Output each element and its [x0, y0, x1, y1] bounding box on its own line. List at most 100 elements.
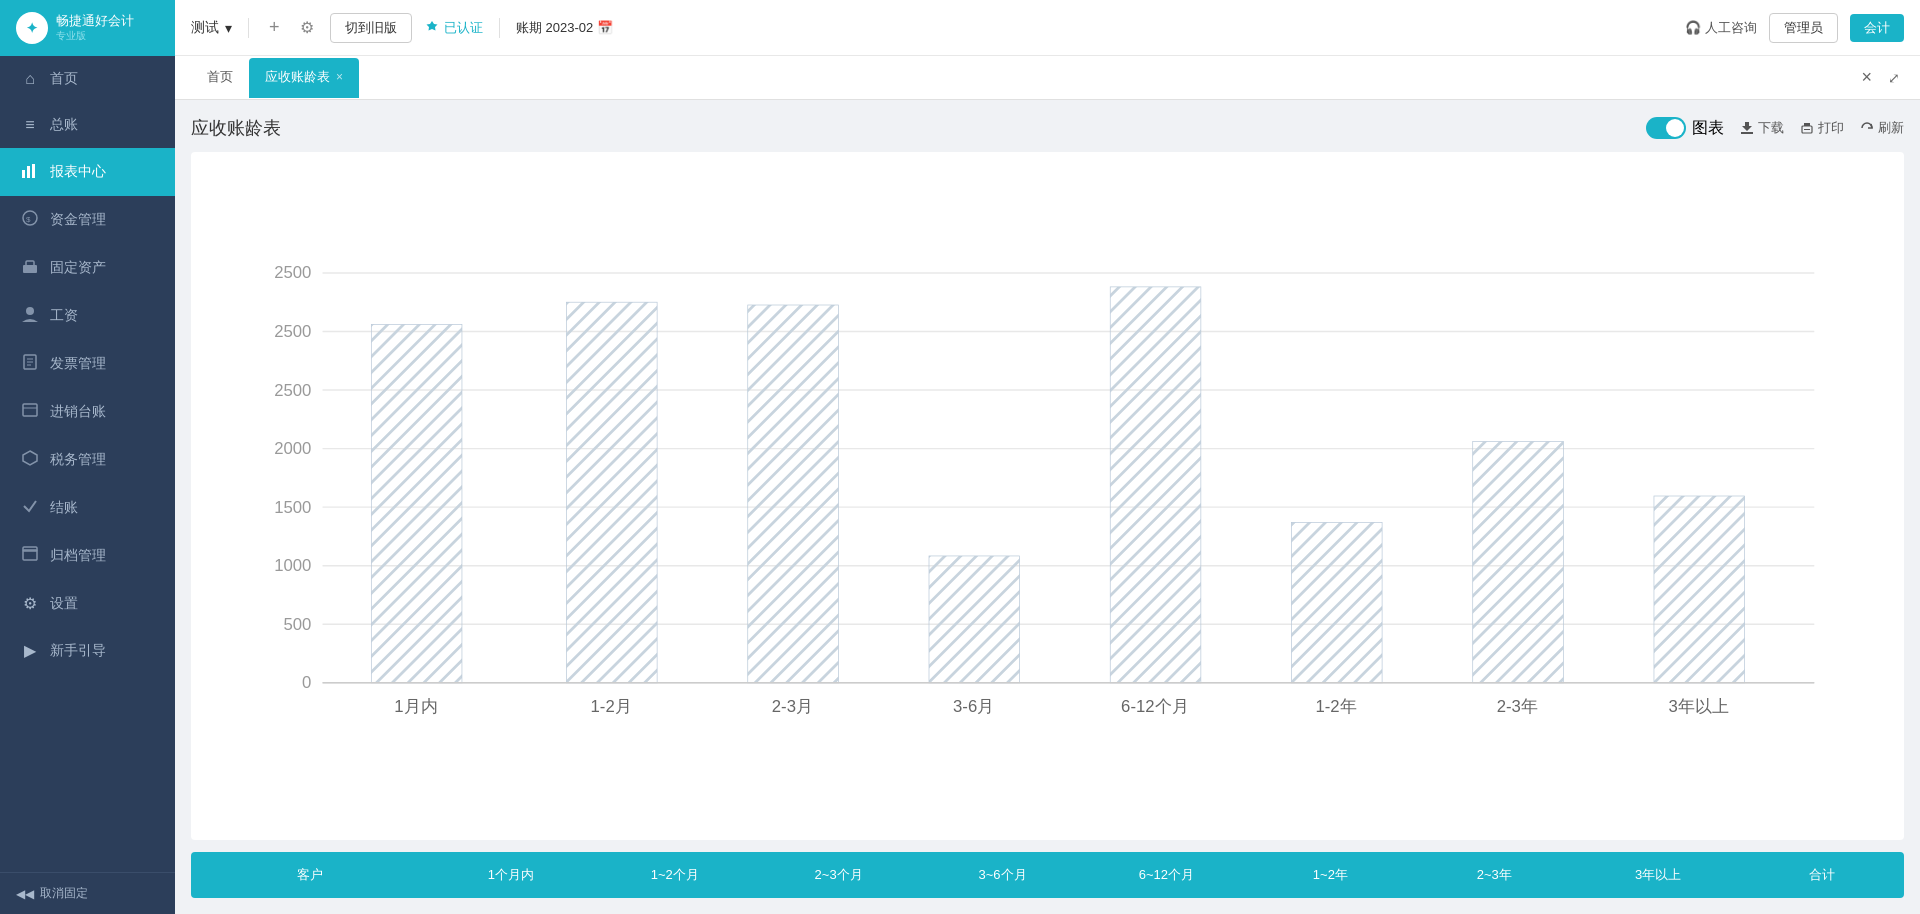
add-company-button[interactable]: +	[265, 13, 284, 42]
print-icon	[1800, 121, 1814, 135]
svg-rect-15	[23, 547, 37, 551]
toggle-track[interactable]	[1646, 117, 1686, 139]
company-name: 测试	[191, 19, 219, 37]
calendar-icon: 📅	[597, 20, 613, 35]
print-button[interactable]: 打印	[1800, 119, 1844, 137]
sidebar-item-label: 发票管理	[50, 355, 106, 373]
payroll-icon	[20, 306, 40, 326]
logo-icon: ✦	[16, 12, 48, 44]
svg-rect-12	[23, 404, 37, 416]
download-button[interactable]: 下载	[1740, 119, 1784, 137]
col-total: 合计	[1740, 852, 1904, 898]
tabs-bar-right: × ⤢	[1857, 63, 1904, 92]
svg-rect-2	[32, 164, 35, 178]
sidebar-item-label: 归档管理	[50, 547, 106, 565]
print-label: 打印	[1818, 119, 1844, 137]
sidebar-item-settings[interactable]: ⚙ 设置	[0, 580, 175, 627]
tab-ar-aging[interactable]: 应收账龄表 ×	[249, 58, 359, 98]
logo-badge: 专业版	[56, 29, 134, 43]
sidebar-item-label: 固定资产	[50, 259, 106, 277]
tab-window-close-button[interactable]: ×	[1857, 63, 1876, 92]
svg-text:2500: 2500	[274, 322, 311, 341]
col-customer: 客户	[191, 852, 429, 898]
sidebar-item-payroll[interactable]: 工资	[0, 292, 175, 340]
tab-home-label: 首页	[207, 68, 233, 86]
sidebar-nav: ⌂ 首页 ≡ 总账 报表中心 $ 资金管理 固定资产	[0, 56, 175, 872]
sidebar-item-label: 报表中心	[50, 163, 106, 181]
sidebar-item-label: 工资	[50, 307, 78, 325]
sidebar-item-guide[interactable]: ▶ 新手引导	[0, 627, 175, 674]
svg-text:2000: 2000	[274, 439, 311, 458]
svg-rect-16	[1741, 132, 1753, 134]
logo-name: 畅捷通好会计	[56, 13, 134, 30]
svg-text:6-12个月: 6-12个月	[1121, 697, 1188, 716]
invoice-icon	[20, 354, 40, 374]
tab-home[interactable]: 首页	[191, 58, 249, 98]
svg-text:2500: 2500	[274, 381, 311, 400]
sidebar-item-label: 税务管理	[50, 451, 106, 469]
svg-rect-6	[26, 261, 34, 266]
ledger-icon: ≡	[20, 116, 40, 134]
page-actions: 图表 下载 打印 刷新	[1646, 117, 1904, 139]
tax-icon	[20, 450, 40, 470]
sidebar-item-general-ledger[interactable]: ≡ 总账	[0, 102, 175, 148]
toggle-thumb	[1666, 119, 1684, 137]
tab-close-icon[interactable]: ×	[336, 70, 343, 84]
svg-text:$: $	[26, 215, 31, 224]
chart-toggle[interactable]: 图表	[1646, 117, 1724, 139]
tab-expand-button[interactable]: ⤢	[1884, 66, 1904, 90]
col-3-6month: 3~6个月	[921, 852, 1085, 898]
dropdown-icon: ▾	[225, 20, 232, 36]
sidebar-unpin-button[interactable]: ◀◀ 取消固定	[0, 872, 175, 914]
sidebar-item-archive[interactable]: 归档管理	[0, 532, 175, 580]
svg-text:0: 0	[302, 673, 311, 692]
svg-rect-18	[1804, 129, 1810, 130]
switch-version-button[interactable]: 切到旧版	[330, 13, 412, 43]
assets-icon	[20, 258, 40, 278]
period-selector[interactable]: 账期 2023-02 📅	[516, 19, 614, 37]
svg-rect-40	[1110, 287, 1201, 683]
table-header-container: 客户 1个月内 1~2个月 2~3个月 3~6个月 6~12个月 1~2年 2~…	[191, 852, 1904, 898]
role-button[interactable]: 会计	[1850, 14, 1904, 42]
certified-label: 已认证	[444, 19, 483, 37]
period-value: 2023-02	[546, 20, 594, 35]
sidebar-item-settlement[interactable]: 结账	[0, 484, 175, 532]
sidebar-item-fund[interactable]: $ 资金管理	[0, 196, 175, 244]
sidebar-item-home[interactable]: ⌂ 首页	[0, 56, 175, 102]
svg-text:3年以上: 3年以上	[1668, 697, 1728, 716]
certified-badge: 已认证	[424, 19, 483, 37]
svg-rect-36	[371, 325, 462, 683]
svg-text:2-3月: 2-3月	[772, 697, 813, 716]
service-button[interactable]: 🎧 人工咨询	[1685, 19, 1757, 37]
svg-rect-37	[567, 302, 658, 683]
svg-text:2500: 2500	[274, 264, 311, 283]
bar-chart: 2500 2500 2500 2000 1500 1000 500 0	[211, 172, 1884, 820]
sidebar: ✦ 畅捷通好会计 专业版 ⌂ 首页 ≡ 总账 报表中心 $ 资金管理	[0, 0, 175, 914]
sidebar-item-purchase-sales[interactable]: 进销台账	[0, 388, 175, 436]
col-2-3year: 2~3年	[1412, 852, 1576, 898]
sidebar-item-label: 设置	[50, 595, 78, 613]
col-1-2month: 1~2个月	[593, 852, 757, 898]
col-1-2year: 1~2年	[1248, 852, 1412, 898]
refresh-button[interactable]: 刷新	[1860, 119, 1904, 137]
sidebar-item-label: 进销台账	[50, 403, 106, 421]
settlement-icon	[20, 498, 40, 518]
sidebar-item-tax[interactable]: 税务管理	[0, 436, 175, 484]
sidebar-item-label: 新手引导	[50, 642, 106, 660]
svg-point-7	[26, 307, 34, 315]
page-content: 应收账龄表 图表 下载 打印 刷新	[175, 100, 1920, 914]
sidebar-item-report-center[interactable]: 报表中心	[0, 148, 175, 196]
table-header-row: 客户 1个月内 1~2个月 2~3个月 3~6个月 6~12个月 1~2年 2~…	[191, 852, 1904, 898]
unpin-label: 取消固定	[40, 885, 88, 902]
topbar-divider-1	[248, 18, 249, 38]
user-button[interactable]: 管理员	[1769, 13, 1838, 43]
main-area: 测试 ▾ + ⚙ 切到旧版 已认证 账期 2023-02 📅 🎧 人工咨询 管理…	[175, 0, 1920, 914]
chart-area: 2500 2500 2500 2000 1500 1000 500 0	[191, 152, 1904, 840]
service-label: 人工咨询	[1705, 19, 1757, 37]
topbar-settings-button[interactable]: ⚙	[296, 14, 318, 41]
sidebar-item-fixed-assets[interactable]: 固定资产	[0, 244, 175, 292]
page-header: 应收账龄表 图表 下载 打印 刷新	[191, 116, 1904, 140]
refresh-icon	[1860, 121, 1874, 135]
sidebar-item-invoice[interactable]: 发票管理	[0, 340, 175, 388]
company-selector[interactable]: 测试 ▾	[191, 19, 232, 37]
